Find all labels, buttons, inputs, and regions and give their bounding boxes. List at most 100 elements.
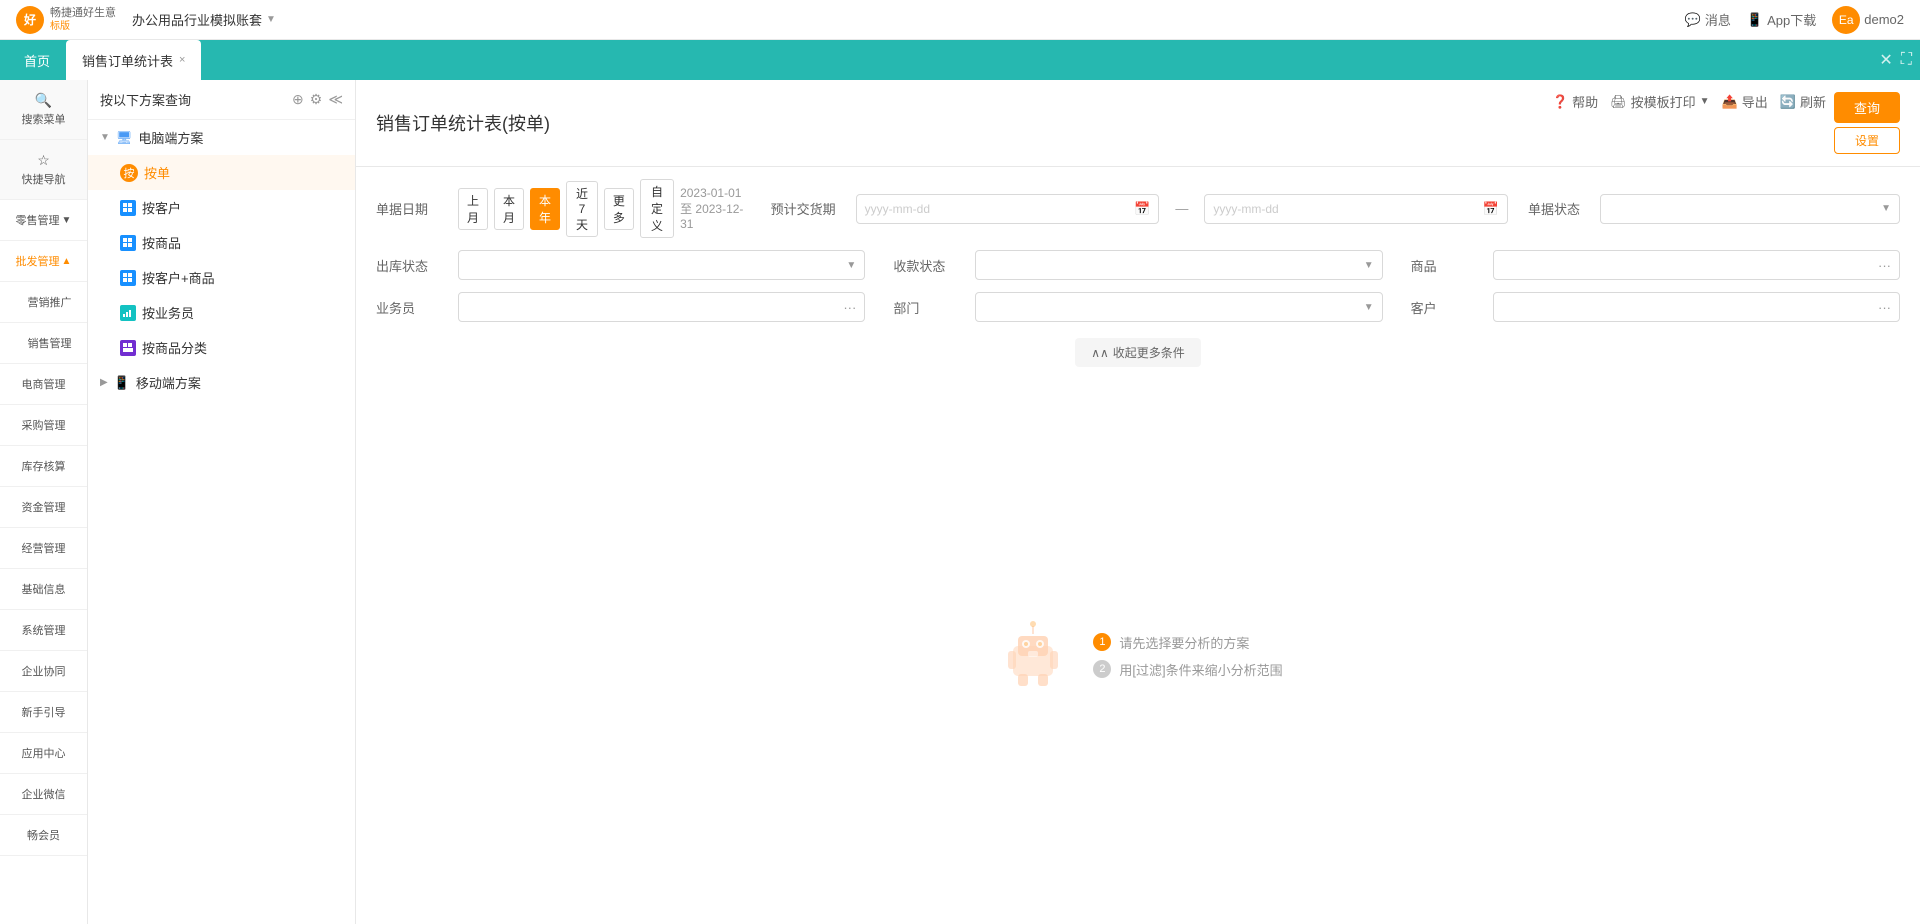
status-select[interactable]: ▼ <box>1600 194 1900 224</box>
help-button[interactable]: ❓ 帮助 <box>1552 92 1598 111</box>
scheme-icon <box>120 340 136 356</box>
sidebar-item-operations[interactable]: 经营管理 <box>0 528 87 569</box>
sidebar-item-new-user[interactable]: 新手引导 <box>0 692 87 733</box>
chevron-up-icon: ▲ <box>62 256 72 267</box>
salesman-input[interactable]: ··· <box>458 292 865 322</box>
sidebar-item-finance[interactable]: 资金管理 <box>0 487 87 528</box>
export-button[interactable]: 📤 导出 <box>1722 92 1768 111</box>
sidebar-item-app-center[interactable]: 应用中心 <box>0 733 87 774</box>
sidebar-item-marketing[interactable]: 营销推广 <box>0 282 87 323</box>
sidebar-item-search[interactable]: 🔍 搜索菜单 <box>0 80 87 140</box>
sidebar-item-basic-info[interactable]: 基础信息 <box>0 569 87 610</box>
workspace-selector[interactable]: 办公用品行业模拟账套 ▼ <box>124 6 284 33</box>
filter-row-3: 业务员 ··· 部门 ▼ 客户 ··· <box>376 292 1900 322</box>
tree-item-by-customer-goods[interactable]: 按客户+商品 <box>88 260 355 295</box>
expected-date-end[interactable]: yyyy-mm-dd 📅 <box>1204 194 1508 224</box>
mobile-icon: 📱 <box>114 375 130 391</box>
expand-icon[interactable]: ⛶ <box>1901 51 1912 69</box>
calendar-icon[interactable]: 📅 <box>1134 201 1150 217</box>
sidebar-item-quick-nav[interactable]: ☆ 快捷导航 <box>0 140 87 200</box>
refresh-button[interactable]: 🔄 刷新 <box>1780 92 1826 111</box>
left-panel: 按以下方案查询 ⊕ ⚙ ≪ ▼ 🖥 电脑端方案 按 按单 <box>88 80 356 924</box>
export-icon: 📤 <box>1722 94 1738 110</box>
left-panel-title: 按以下方案查询 <box>100 90 191 109</box>
left-panel-header: 按以下方案查询 ⊕ ⚙ ≪ <box>88 80 355 120</box>
more-options-icon[interactable]: ··· <box>843 300 856 315</box>
custom-dates-btn[interactable]: 自定义 <box>640 179 674 238</box>
tree-item-by-salesman[interactable]: 按业务员 <box>88 295 355 330</box>
sidebar-item-wechat[interactable]: 企业微信 <box>0 774 87 815</box>
tab-bar: 首页 销售订单统计表 × ✕ ⛶ <box>0 40 1920 80</box>
sidebar-item-inventory[interactable]: 库存核算 <box>0 446 87 487</box>
filter-row-1: 单据日期 上月 本月 本年 近7天 更多 自定义 2023-01-01 至 20… <box>376 179 1900 238</box>
expand-icon: ▶ <box>100 377 108 388</box>
chevron-down-icon: ▼ <box>62 215 72 226</box>
page-actions-group: ❓ 帮助 🖨 按模板打印 ▼ 📤 导出 <box>1552 92 1826 111</box>
payment-select[interactable]: ▼ <box>975 250 1382 280</box>
message-button[interactable]: 💬 消息 <box>1685 10 1731 29</box>
tab-close-icon[interactable]: × <box>179 54 185 66</box>
sidebar-item-purchase[interactable]: 采购管理 <box>0 405 87 446</box>
sidebar-item-cooperation[interactable]: 企业协同 <box>0 651 87 692</box>
date-buttons-group: 上月 本月 本年 近7天 更多 自定义 2023-01-01 至 2023-12… <box>458 179 744 238</box>
user-menu[interactable]: Ea demo2 <box>1832 6 1904 34</box>
query-settings-group: 查询 设置 <box>1834 92 1900 154</box>
last-month-btn[interactable]: 上月 <box>458 188 488 230</box>
dept-select[interactable]: ▼ <box>975 292 1382 322</box>
filter-area: 单据日期 上月 本月 本年 近7天 更多 自定义 2023-01-01 至 20… <box>356 167 1920 387</box>
customer-input[interactable]: ··· <box>1493 292 1900 322</box>
this-year-btn[interactable]: 本年 <box>530 188 560 230</box>
sidebar-item-wholesale[interactable]: 批发管理 ▲ <box>0 241 87 282</box>
more-options-icon[interactable]: ··· <box>1878 300 1891 315</box>
scheme-icon <box>120 235 136 251</box>
more-dates-btn[interactable]: 更多 <box>604 188 634 230</box>
outbound-label: 出库状态 <box>376 256 446 275</box>
date-label: 单据日期 <box>376 199 446 218</box>
query-button[interactable]: 查询 <box>1834 92 1900 123</box>
dept-label: 部门 <box>893 298 963 317</box>
logo-icon: 好 <box>16 6 44 34</box>
search-icon: 🔍 <box>35 92 52 109</box>
tree-item-by-goods[interactable]: 按商品 <box>88 225 355 260</box>
salesman-label: 业务员 <box>376 298 446 317</box>
sidebar-item-retail[interactable]: 零售管理 ▼ <box>0 200 87 241</box>
collapse-filter-button[interactable]: ∧∧ 收起更多条件 <box>1075 338 1201 367</box>
tab-bar-right: ✕ ⛶ <box>1879 50 1912 70</box>
scheme-icon <box>120 270 136 286</box>
settings-scheme-button[interactable]: ⚙ <box>310 91 323 108</box>
tree-group-pc[interactable]: ▼ 🖥 电脑端方案 <box>88 120 355 155</box>
last-7days-btn[interactable]: 近7天 <box>566 181 598 237</box>
sidebar-item-ecommerce[interactable]: 电商管理 <box>0 364 87 405</box>
date-range-divider: — <box>1171 201 1192 216</box>
add-scheme-button[interactable]: ⊕ <box>292 91 304 108</box>
logo-area: 好 畅捷通好生意 标版 <box>16 6 116 34</box>
page-title: 销售订单统计表(按单) <box>376 110 550 136</box>
tab-home[interactable]: 首页 <box>8 40 66 80</box>
this-month-btn[interactable]: 本月 <box>494 188 524 230</box>
more-options-icon[interactable]: ··· <box>1878 258 1891 273</box>
outbound-select[interactable]: ▼ <box>458 250 865 280</box>
empty-illustration <box>993 616 1073 696</box>
tree-item-by-customer[interactable]: 按客户 <box>88 190 355 225</box>
main-layout: 🔍 搜索菜单 ☆ 快捷导航 零售管理 ▼ 批发管理 ▲ 营销推广 销售管理 电商… <box>0 80 1920 924</box>
refresh-icon: 🔄 <box>1780 94 1796 110</box>
print-button[interactable]: 🖨 按模板打印 ▼ <box>1610 92 1709 111</box>
app-download-button[interactable]: 📱 App下载 <box>1747 10 1816 29</box>
tree-item-by-order[interactable]: 按 按单 <box>88 155 355 190</box>
tab-sales-order[interactable]: 销售订单统计表 × <box>66 40 201 80</box>
calendar-end-icon[interactable]: 📅 <box>1483 201 1499 217</box>
tree-group-mobile[interactable]: ▶ 📱 移动端方案 <box>88 365 355 400</box>
sidebar-item-sales[interactable]: 销售管理 <box>0 323 87 364</box>
close-window-icon[interactable]: ✕ <box>1879 50 1892 70</box>
scheme-icon: 按 <box>120 164 138 182</box>
goods-input[interactable]: ··· <box>1493 250 1900 280</box>
sidebar-item-member[interactable]: 畅会员 <box>0 815 87 856</box>
collapse-panel-button[interactable]: ≪ <box>328 91 343 108</box>
tree-item-by-goods-category[interactable]: 按商品分类 <box>88 330 355 365</box>
expected-date-start[interactable]: yyyy-mm-dd 📅 <box>856 194 1160 224</box>
folder-icon: 🖥 <box>116 130 133 146</box>
sidebar-item-system[interactable]: 系统管理 <box>0 610 87 651</box>
chevron-down-icon: ▼ <box>1881 203 1891 214</box>
page-header-actions: ❓ 帮助 🖨 按模板打印 ▼ 📤 导出 <box>1552 92 1900 154</box>
settings-button[interactable]: 设置 <box>1834 127 1900 154</box>
